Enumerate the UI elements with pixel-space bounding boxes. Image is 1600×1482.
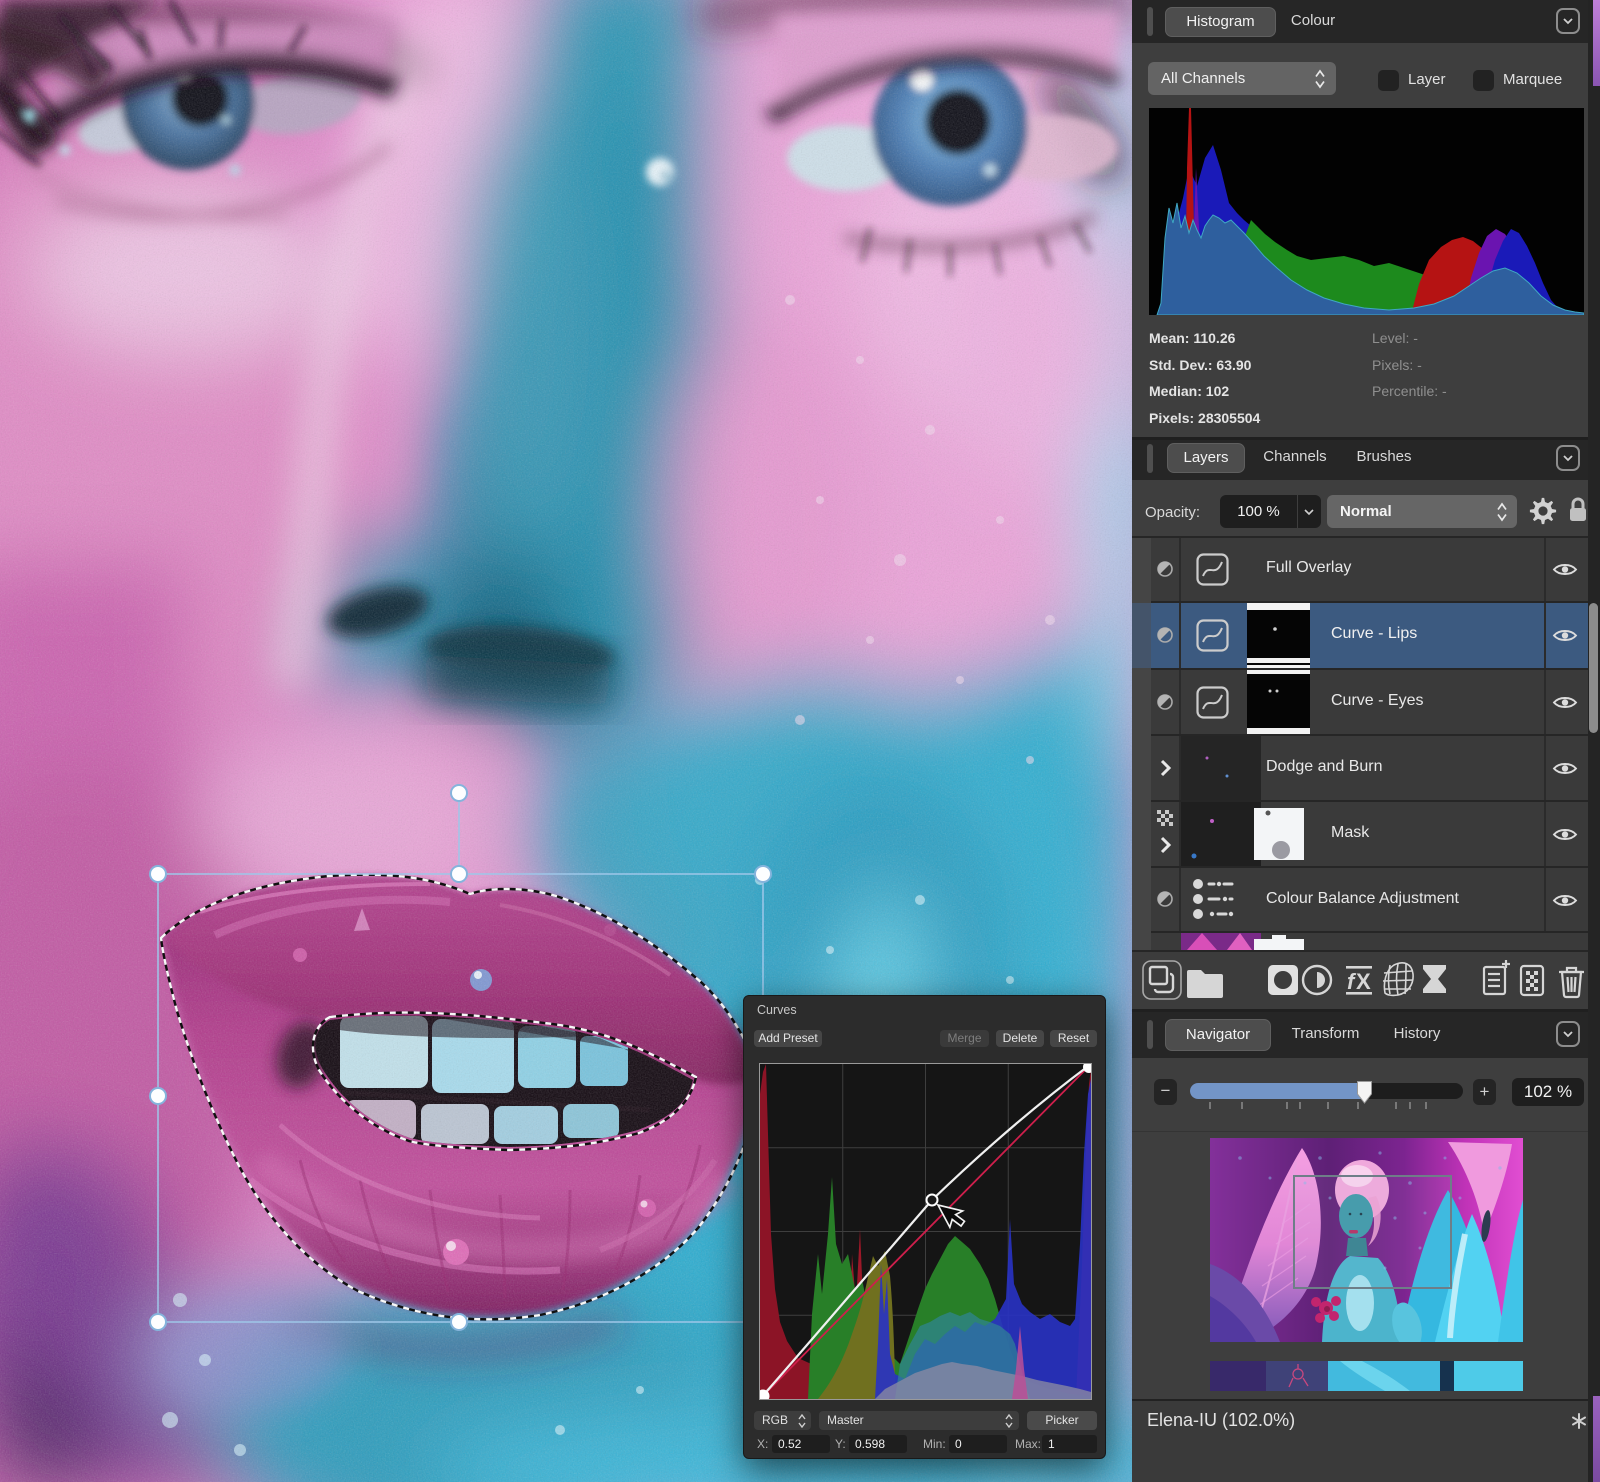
svg-text:X: X bbox=[1356, 969, 1371, 994]
